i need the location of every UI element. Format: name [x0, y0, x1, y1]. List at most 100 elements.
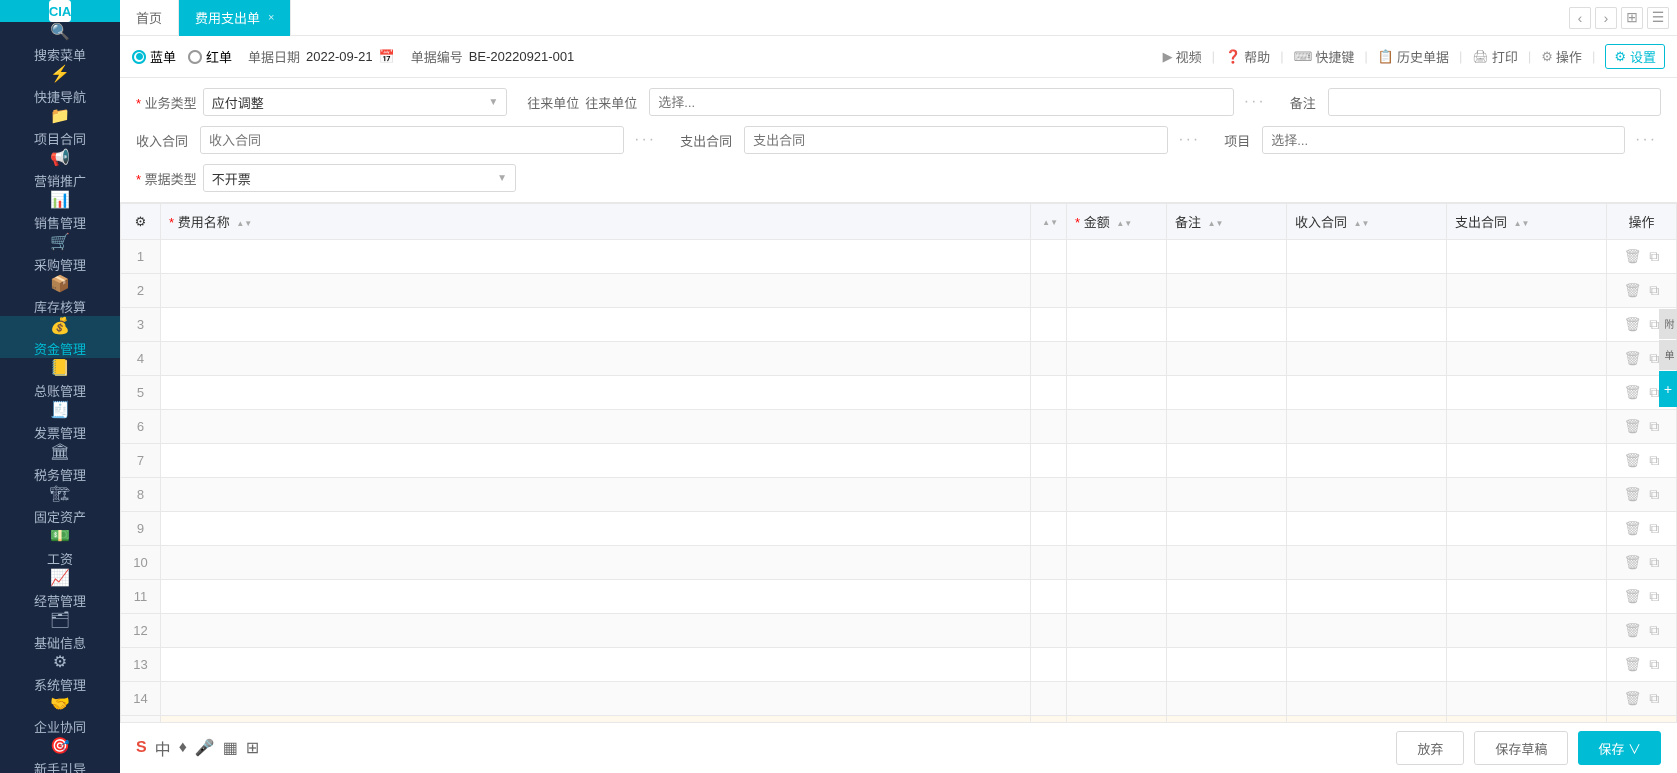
income-contract-sort[interactable]: ▲▼	[1354, 221, 1370, 227]
sidebar-item-purchase[interactable]: 🛒 采购管理	[0, 232, 120, 274]
income-contract-cell-5[interactable]	[1287, 376, 1447, 410]
income-contract-cell-13[interactable]	[1287, 648, 1447, 682]
save-button[interactable]: 保存 ∨	[1578, 731, 1661, 765]
delete-icon-8[interactable]: 🗑	[1624, 486, 1642, 502]
brand-icon-box[interactable]: ⊞	[246, 738, 259, 758]
expense-contract-more-icon[interactable]: ···	[1174, 131, 1204, 149]
tab-expense[interactable]: 费用支出单 ×	[179, 0, 291, 36]
amount-sort[interactable]: ▲▼	[1116, 221, 1132, 227]
copy-icon-5[interactable]: ⧉	[1649, 384, 1659, 400]
sidebar-item-project[interactable]: 📁 项目合同	[0, 106, 120, 148]
project-more-icon[interactable]: ···	[1631, 131, 1661, 149]
delete-icon-2[interactable]: 🗑	[1624, 282, 1642, 298]
shortcut-button[interactable]: ⌨ 快捷键	[1294, 47, 1355, 66]
expense-contract-sort[interactable]: ▲▼	[1514, 221, 1530, 227]
tab-home[interactable]: 首页	[120, 0, 179, 36]
sidebar-item-sales[interactable]: 📊 销售管理	[0, 190, 120, 232]
action-button[interactable]: ⚙ 操作	[1541, 47, 1582, 66]
income-contract-cell-8[interactable]	[1287, 478, 1447, 512]
note-sort[interactable]: ▲▼	[1208, 221, 1224, 227]
note-cell-10[interactable]	[1167, 546, 1287, 580]
expense-contract-cell-4[interactable]	[1447, 342, 1607, 376]
note-cell-3[interactable]	[1167, 308, 1287, 342]
delete-icon-13[interactable]: 🗑	[1624, 656, 1642, 672]
expense-contract-cell-5[interactable]	[1447, 376, 1607, 410]
history-button[interactable]: 📋 历史单据	[1378, 47, 1449, 66]
sidebar-item-finance[interactable]: 💰 资金管理	[0, 316, 120, 358]
expense-name-cell-5[interactable]	[161, 376, 1031, 410]
delete-icon-3[interactable]: 🗑	[1624, 316, 1642, 332]
copy-icon-2[interactable]: ⧉	[1649, 282, 1659, 298]
tab-prev-button[interactable]: ‹	[1569, 7, 1591, 29]
radio-blue[interactable]: 蓝单	[132, 47, 176, 66]
expense-name-cell-3[interactable]	[161, 308, 1031, 342]
expense-name-cell-9[interactable]	[161, 512, 1031, 546]
discard-button[interactable]: 放弃	[1396, 731, 1464, 765]
income-contract-more-icon[interactable]: ···	[630, 131, 660, 149]
delete-icon-10[interactable]: 🗑	[1624, 554, 1642, 570]
video-button[interactable]: ▶ 视频	[1163, 47, 1202, 66]
income-contract-cell-4[interactable]	[1287, 342, 1447, 376]
income-contract-cell-7[interactable]	[1287, 444, 1447, 478]
sidebar-item-invoice[interactable]: 🧾 发票管理	[0, 400, 120, 442]
copy-icon-9[interactable]: ⧉	[1649, 520, 1659, 536]
expense-contract-cell-8[interactable]	[1447, 478, 1607, 512]
note-cell-7[interactable]	[1167, 444, 1287, 478]
income-contract-cell-12[interactable]	[1287, 614, 1447, 648]
copy-icon-11[interactable]: ⧉	[1649, 588, 1659, 604]
note-input[interactable]	[1328, 88, 1661, 116]
note-cell-4[interactable]	[1167, 342, 1287, 376]
note-cell-2[interactable]	[1167, 274, 1287, 308]
amount-cell-8[interactable]	[1067, 478, 1167, 512]
sidebar-item-newbie[interactable]: 🎯 新手引导	[0, 736, 120, 773]
brand-icon-diamond[interactable]: ♦	[179, 739, 187, 757]
copy-icon-13[interactable]: ⧉	[1649, 656, 1659, 672]
sidebar-item-ledger[interactable]: 📒 总账管理	[0, 358, 120, 400]
delete-icon-6[interactable]: 🗑	[1624, 418, 1642, 434]
sort-sort[interactable]: ▲▼	[1042, 220, 1058, 226]
amount-cell-6[interactable]	[1067, 410, 1167, 444]
help-button[interactable]: ❓ 帮助	[1225, 47, 1270, 66]
tab-grid-button[interactable]: ⊞	[1621, 7, 1643, 29]
sidebar-item-marketing[interactable]: 📢 营销推广	[0, 148, 120, 190]
expense-contract-cell-14[interactable]	[1447, 682, 1607, 716]
delete-icon-1[interactable]: 🗑	[1624, 248, 1642, 264]
project-input[interactable]	[1262, 126, 1625, 154]
delete-icon-9[interactable]: 🗑	[1624, 520, 1642, 536]
amount-cell-4[interactable]	[1067, 342, 1167, 376]
amount-cell-13[interactable]	[1067, 648, 1167, 682]
copy-icon-3[interactable]: ⧉	[1649, 316, 1659, 332]
note-cell-12[interactable]	[1167, 614, 1287, 648]
right-float-doc[interactable]: 单	[1659, 340, 1677, 370]
note-cell-6[interactable]	[1167, 410, 1287, 444]
save-draft-button[interactable]: 保存草稿	[1474, 731, 1568, 765]
expense-name-cell-13[interactable]	[161, 648, 1031, 682]
copy-icon-8[interactable]: ⧉	[1649, 486, 1659, 502]
copy-icon-1[interactable]: ⧉	[1649, 248, 1659, 264]
expense-contract-cell-2[interactable]	[1447, 274, 1607, 308]
amount-cell-5[interactable]	[1067, 376, 1167, 410]
expense-contract-input[interactable]	[744, 126, 1168, 154]
tab-list-button[interactable]: ☰	[1647, 7, 1669, 29]
expense-contract-cell-7[interactable]	[1447, 444, 1607, 478]
expense-contract-cell-10[interactable]	[1447, 546, 1607, 580]
invoice-type-select[interactable]: 不开票 ▼	[203, 164, 516, 192]
expense-contract-cell-1[interactable]	[1447, 240, 1607, 274]
right-float-attach[interactable]: 附	[1659, 309, 1677, 339]
note-cell-11[interactable]	[1167, 580, 1287, 614]
copy-icon-12[interactable]: ⧉	[1649, 622, 1659, 638]
note-cell-5[interactable]	[1167, 376, 1287, 410]
sidebar-item-quicknav[interactable]: ⚡ 快捷导航	[0, 64, 120, 106]
note-cell-13[interactable]	[1167, 648, 1287, 682]
payee-more-icon[interactable]: ···	[1240, 93, 1270, 111]
radio-red[interactable]: 红单	[188, 47, 232, 66]
expense-contract-cell-12[interactable]	[1447, 614, 1607, 648]
expense-name-sort[interactable]: ▲▼	[236, 221, 252, 227]
copy-icon-4[interactable]: ⧉	[1649, 350, 1659, 366]
sidebar-item-inventory[interactable]: 📦 库存核算	[0, 274, 120, 316]
copy-icon-14[interactable]: ⧉	[1649, 690, 1659, 706]
expense-name-cell-14[interactable]	[161, 682, 1031, 716]
expense-name-cell-2[interactable]	[161, 274, 1031, 308]
expense-name-cell-6[interactable]	[161, 410, 1031, 444]
amount-cell-9[interactable]	[1067, 512, 1167, 546]
